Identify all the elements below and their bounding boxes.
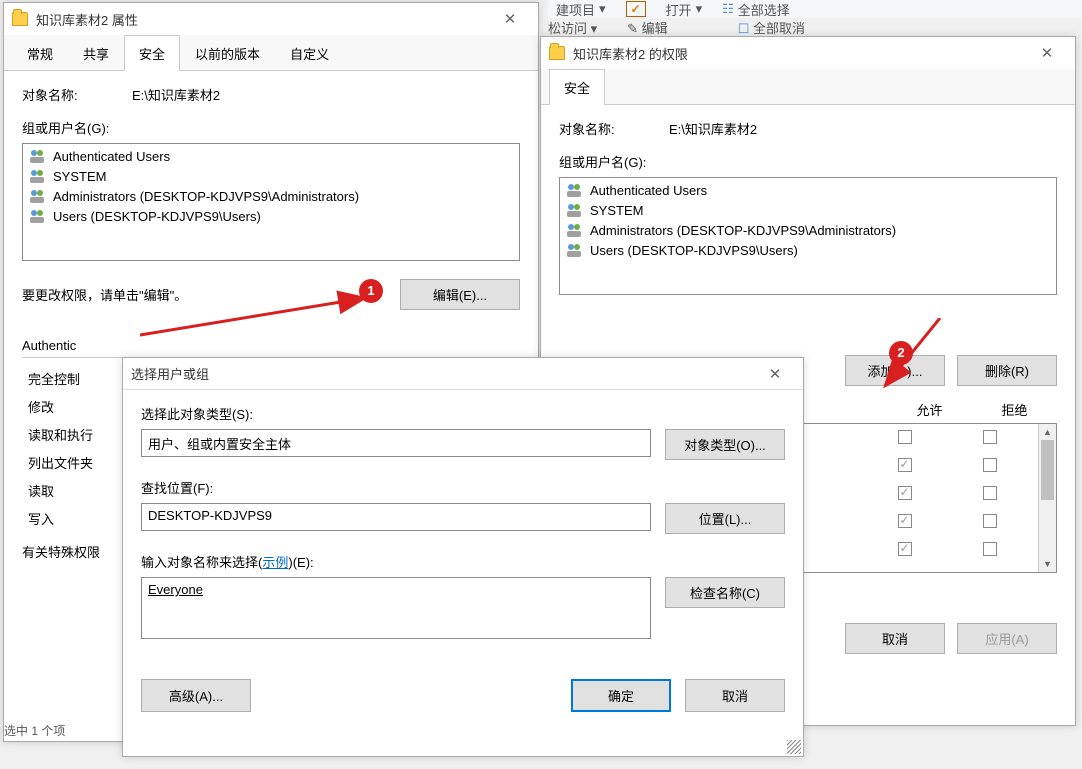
object-name-input[interactable]: Everyone: [141, 577, 651, 639]
list-item[interactable]: Administrators (DESKTOP-KDJVPS9\Administ…: [25, 186, 517, 206]
object-type-label: 选择此对象类型(S):: [141, 404, 785, 423]
close-icon[interactable]: ✕: [490, 10, 530, 28]
status-bar-selection: 选中 1 个项: [4, 722, 65, 739]
list-item[interactable]: Authenticated Users: [562, 180, 1054, 200]
users-icon: [29, 208, 47, 224]
deny-checkbox[interactable]: [983, 458, 997, 472]
titlebar: 知识库素材2 的权限 ✕: [541, 37, 1075, 69]
list-item[interactable]: SYSTEM: [562, 200, 1054, 220]
allow-checkbox[interactable]: [898, 430, 912, 444]
tab-general[interactable]: 常规: [12, 35, 68, 71]
perm-header-prefix: Authentic: [22, 338, 520, 353]
allow-checkbox[interactable]: [898, 514, 912, 528]
tab-sharing[interactable]: 共享: [68, 35, 124, 71]
deny-checkbox[interactable]: [983, 430, 997, 444]
tab-previous[interactable]: 以前的版本: [180, 35, 275, 71]
ribbon-edit[interactable]: ✎ 编辑: [627, 18, 668, 37]
tabs: 常规 共享 安全 以前的版本 自定义: [4, 35, 538, 71]
users-listbox[interactable]: Authenticated Users SYSTEM Administrator…: [22, 143, 520, 261]
object-types-button[interactable]: 对象类型(O)...: [665, 429, 785, 460]
tab-security[interactable]: 安全: [124, 35, 180, 71]
users-icon: [566, 222, 584, 238]
folder-icon: [549, 46, 565, 60]
deny-checkbox[interactable]: [983, 486, 997, 500]
object-name-label: 对象名称:: [559, 119, 669, 138]
ribbon-selectall[interactable]: ☷ 全部选择: [722, 0, 790, 18]
list-item[interactable]: SYSTEM: [25, 166, 517, 186]
tab-custom[interactable]: 自定义: [275, 35, 344, 71]
locations-button[interactable]: 位置(L)...: [665, 503, 785, 534]
users-icon: [29, 148, 47, 164]
allow-header: 允许: [887, 400, 972, 419]
location-field: DESKTOP-KDJVPS9: [141, 503, 651, 531]
allow-checkbox[interactable]: [898, 486, 912, 500]
example-link[interactable]: 示例: [262, 555, 288, 570]
ribbon-deselect[interactable]: ☐ 全部取消: [738, 18, 805, 37]
cancel-button[interactable]: 取消: [845, 623, 945, 654]
ribbon-fragment: 建项目 ▾ ✓ 打开 ▾ ☷ 全部选择: [548, 0, 1082, 18]
titlebar: 选择用户或组 ✕: [123, 358, 803, 390]
scroll-down-icon[interactable]: ▼: [1039, 556, 1056, 572]
ribbon-item-check: ✓: [626, 0, 646, 18]
add-button[interactable]: 添加(D)...: [845, 355, 945, 386]
ribbon-open[interactable]: 打开 ▾: [666, 0, 703, 18]
scroll-up-icon[interactable]: ▲: [1039, 424, 1056, 440]
groups-label: 组或用户名(G):: [22, 118, 520, 137]
allow-checkbox[interactable]: [898, 542, 912, 556]
deny-header: 拒绝: [972, 400, 1057, 419]
object-name-value: E:\知识库素材2: [132, 85, 520, 104]
deny-checkbox[interactable]: [983, 542, 997, 556]
resize-grip-icon[interactable]: [787, 740, 801, 754]
apply-button[interactable]: 应用(A): [957, 623, 1057, 654]
users-icon: [566, 202, 584, 218]
check-names-button[interactable]: 检查名称(C): [665, 577, 785, 608]
titlebar: 知识库素材2 属性 ✕: [4, 3, 538, 35]
location-label: 查找位置(F):: [141, 478, 785, 497]
ok-button[interactable]: 确定: [571, 679, 671, 712]
tab-security[interactable]: 安全: [549, 69, 605, 105]
advanced-button[interactable]: 高级(A)...: [141, 679, 251, 712]
tabs: 安全: [541, 69, 1075, 105]
enter-name-label: 输入对象名称来选择(示例)(E):: [141, 552, 785, 571]
edit-button[interactable]: 编辑(E)...: [400, 279, 520, 310]
select-user-dialog: 选择用户或组 ✕ 选择此对象类型(S): 用户、组或内置安全主体 对象类型(O)…: [122, 357, 804, 757]
scrollbar[interactable]: ▲ ▼: [1038, 424, 1056, 572]
remove-button[interactable]: 删除(R): [957, 355, 1057, 386]
folder-icon: [12, 12, 28, 26]
dialog-title: 选择用户或组: [131, 364, 755, 383]
window-title: 知识库素材2 的权限: [573, 44, 1027, 63]
list-item[interactable]: Users (DESKTOP-KDJVPS9\Users): [25, 206, 517, 226]
users-listbox[interactable]: Authenticated Users SYSTEM Administrator…: [559, 177, 1057, 295]
ribbon-item2: 松访问 ▾: [548, 18, 597, 37]
object-name-value: E:\知识库素材2: [669, 119, 1057, 138]
window-title: 知识库素材2 属性: [36, 10, 490, 29]
ribbon-item: 建项目 ▾: [556, 0, 606, 18]
edit-hint: 要更改权限，请单击"编辑"。: [22, 285, 400, 304]
close-icon[interactable]: ✕: [1027, 44, 1067, 62]
deny-checkbox[interactable]: [983, 514, 997, 528]
groups-label: 组或用户名(G):: [559, 152, 1057, 171]
users-icon: [566, 182, 584, 198]
object-name-label: 对象名称:: [22, 85, 132, 104]
object-type-field: 用户、组或内置安全主体: [141, 429, 651, 457]
close-icon[interactable]: ✕: [755, 365, 795, 383]
users-icon: [29, 188, 47, 204]
list-item[interactable]: Authenticated Users: [25, 146, 517, 166]
users-icon: [566, 242, 584, 258]
list-item[interactable]: Users (DESKTOP-KDJVPS9\Users): [562, 240, 1054, 260]
scroll-thumb[interactable]: [1041, 440, 1054, 500]
allow-checkbox[interactable]: [898, 458, 912, 472]
cancel-button[interactable]: 取消: [685, 679, 785, 712]
list-item[interactable]: Administrators (DESKTOP-KDJVPS9\Administ…: [562, 220, 1054, 240]
users-icon: [29, 168, 47, 184]
